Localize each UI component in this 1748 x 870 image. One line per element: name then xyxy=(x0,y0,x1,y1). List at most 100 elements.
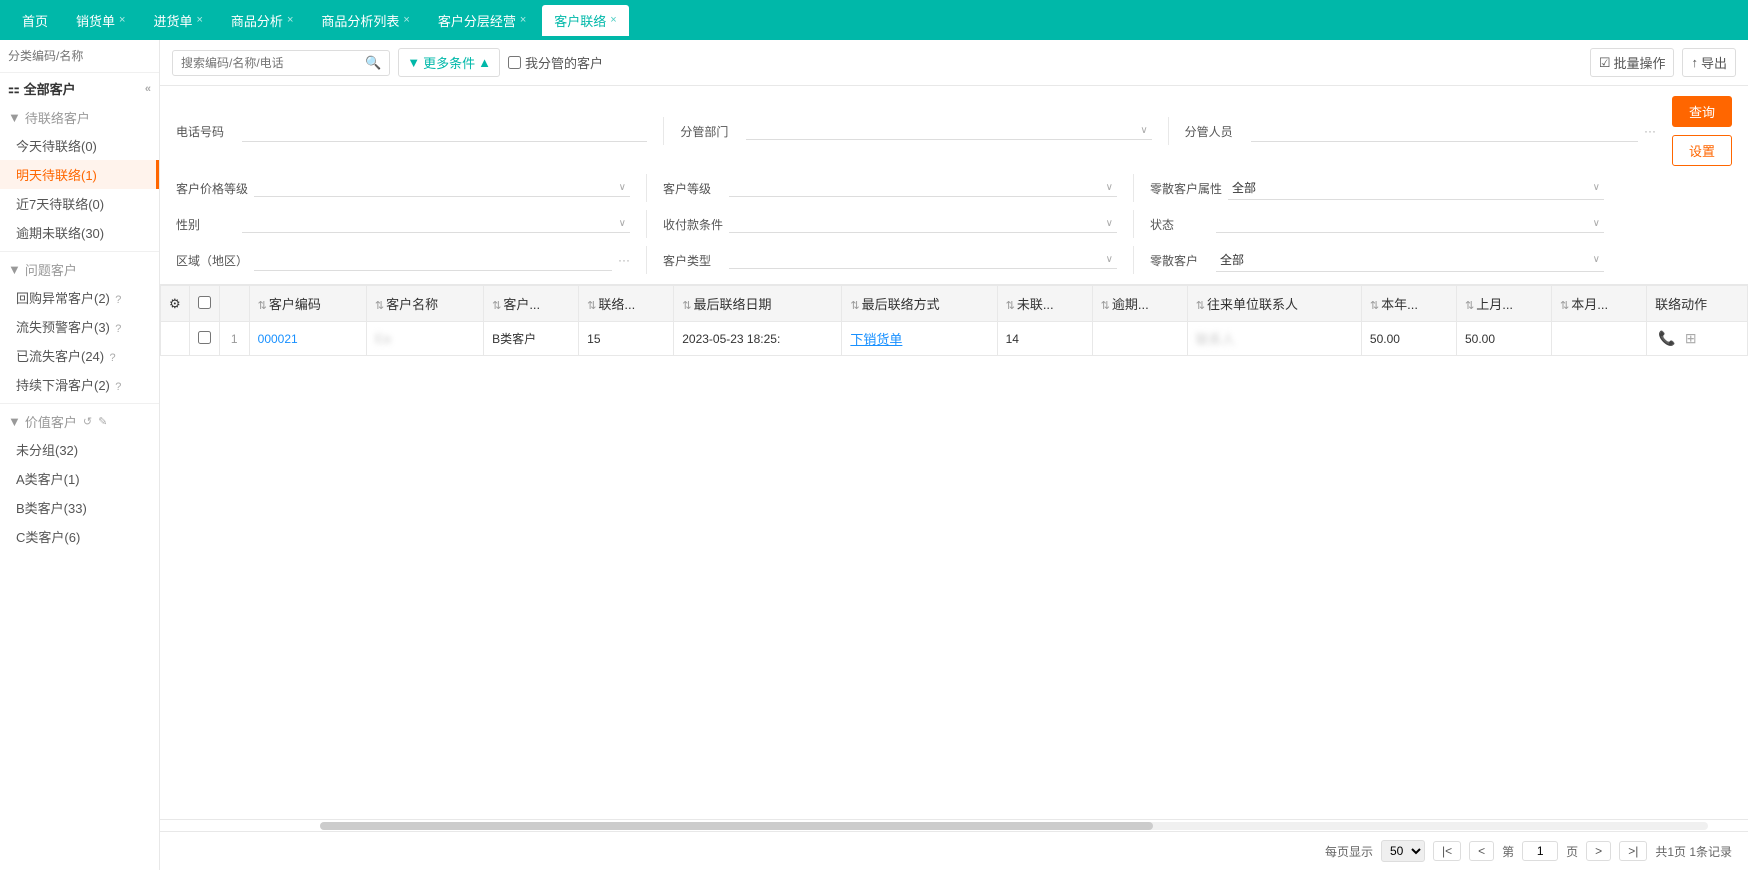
nav-tab-2[interactable]: 商品分析 × xyxy=(219,5,305,36)
nav-tab-3[interactable]: 商品分析列表 × xyxy=(309,5,421,36)
retail-attr-select[interactable]: 全部 ∨ xyxy=(1228,176,1604,200)
nav-tab-label-5: 客户联络 xyxy=(554,11,606,30)
dept-select[interactable]: ∨ xyxy=(746,122,1151,140)
nav-close-0[interactable]: × xyxy=(119,14,125,26)
sidebar-a-class[interactable]: A类客户(1) xyxy=(0,464,159,493)
sort-icon-year: ⇅ xyxy=(1370,300,1379,312)
row-code[interactable]: 000021 xyxy=(249,322,366,356)
sort-icon-contacts: ⇅ xyxy=(1196,300,1205,312)
batch-op-btn[interactable]: ☑ 批量操作 xyxy=(1590,48,1675,77)
sidebar-all-customers[interactable]: ⚏ 全部客户 « xyxy=(0,73,159,104)
th-type[interactable]: ⇅客户... xyxy=(484,286,579,322)
page-label: 第 xyxy=(1502,843,1514,860)
gender-field: 性别 ∨ xyxy=(176,215,630,233)
data-table-wrap: ⚙ ⇅客户编码 ⇅客户名称 ⇅客户... ⇅联络... ⇅最后联络日期 ⇅最后联… xyxy=(160,285,1748,819)
sort-icon-method: ⇅ xyxy=(850,300,859,312)
more-conditions-btn[interactable]: ▼ 更多条件 ▲ xyxy=(398,48,500,77)
first-page-btn[interactable]: |< xyxy=(1433,841,1461,861)
sidebar-near7-contact[interactable]: 近7天待联络(0) xyxy=(0,189,159,218)
nav-home[interactable]: 首页 xyxy=(10,5,60,36)
customer-type-select[interactable]: ∨ xyxy=(729,251,1117,269)
filter-divider-4 xyxy=(1133,174,1134,202)
filter-icon: ▼ xyxy=(407,55,420,70)
action-grid-icon[interactable]: ⊞ xyxy=(1685,330,1697,346)
nav-tab-4[interactable]: 客户分层经营 × xyxy=(426,5,538,36)
search-icon[interactable]: 🔍 xyxy=(365,55,381,71)
customer-level-select[interactable]: ∨ xyxy=(729,179,1117,197)
pagination: 每页显示 50 |< < 第 页 > >| 共1页 1条记录 xyxy=(160,831,1748,870)
gender-label: 性别 xyxy=(176,216,236,233)
nav-tab-1[interactable]: 进货单 × xyxy=(141,5,214,36)
filter-row-2: 客户价格等级 ∨ 客户等级 ∨ 零散客户属性 xyxy=(176,174,1732,202)
th-checkbox[interactable] xyxy=(189,286,219,322)
sidebar-ungrouped[interactable]: 未分组(32) xyxy=(0,435,159,464)
sidebar-continuous-decline[interactable]: 持续下滑客户(2) ? xyxy=(0,370,159,399)
nav-close-1[interactable]: × xyxy=(196,14,202,26)
th-contacts[interactable]: ⇅往来单位联系人 xyxy=(1187,286,1361,322)
sidebar-repurchase-abnormal[interactable]: 回购异常客户(2) ? xyxy=(0,283,159,312)
payment-select[interactable]: ∨ xyxy=(729,215,1117,233)
nav-tab-5[interactable]: 客户联络 × xyxy=(542,5,628,36)
prev-page-btn[interactable]: < xyxy=(1469,841,1494,861)
next-page-btn[interactable]: > xyxy=(1586,841,1611,861)
table-header-row: ⚙ ⇅客户编码 ⇅客户名称 ⇅客户... ⇅联络... ⇅最后联络日期 ⇅最后联… xyxy=(161,286,1748,322)
manager-more-icon[interactable]: ··· xyxy=(1644,124,1656,138)
h-scrollbar-thumb[interactable] xyxy=(320,822,1153,830)
price-level-field: 客户价格等级 ∨ xyxy=(176,179,630,197)
region-more-icon[interactable]: ··· xyxy=(618,253,630,267)
th-last-date[interactable]: ⇅最后联络日期 xyxy=(674,286,842,322)
th-contact-count[interactable]: ⇅联络... xyxy=(579,286,674,322)
action-phone-icon[interactable]: 📞 xyxy=(1658,330,1675,346)
th-gear[interactable]: ⚙ xyxy=(161,286,190,322)
th-this-month[interactable]: ⇅本月... xyxy=(1552,286,1647,322)
th-last-method[interactable]: ⇅最后联络方式 xyxy=(842,286,997,322)
sidebar-divider-1 xyxy=(0,251,159,252)
sidebar-b-class[interactable]: B类客户(33) xyxy=(0,493,159,522)
sidebar-overdue-contact[interactable]: 逾期未联络(30) xyxy=(0,218,159,247)
sidebar-search-input[interactable] xyxy=(8,49,160,63)
phone-input[interactable] xyxy=(242,121,647,142)
th-name[interactable]: ⇅客户名称 xyxy=(366,286,483,322)
gender-select[interactable]: ∨ xyxy=(242,215,630,233)
sidebar-tomorrow-contact[interactable]: 明天待联络(1) xyxy=(0,160,159,189)
nav-tab-label-2: 商品分析 xyxy=(231,11,283,30)
my-customers-check[interactable] xyxy=(508,56,521,69)
sidebar-lost-risk[interactable]: 流失预警客户(3) ? xyxy=(0,312,159,341)
nav-tab-0[interactable]: 销货单 × xyxy=(64,5,137,36)
row-select-checkbox[interactable] xyxy=(198,331,211,344)
price-level-select[interactable]: ∨ xyxy=(254,179,630,197)
filter-divider-6 xyxy=(1133,210,1134,238)
retail-customer-select[interactable]: 全部 ∨ xyxy=(1216,248,1604,272)
gear-icon: ⚙ xyxy=(169,296,181,311)
set-btn[interactable]: 设置 xyxy=(1672,135,1732,166)
region-input[interactable] xyxy=(254,250,612,271)
nav-close-3[interactable]: × xyxy=(403,14,409,26)
select-all-checkbox[interactable] xyxy=(198,296,211,309)
my-customers-checkbox[interactable]: 我分管的客户 xyxy=(508,53,603,72)
per-page-select[interactable]: 50 xyxy=(1381,840,1425,862)
sidebar-already-lost[interactable]: 已流失客户(24) ? xyxy=(0,341,159,370)
th-last-month[interactable]: ⇅上月... xyxy=(1456,286,1551,322)
region-label: 区域（地区） xyxy=(176,252,248,269)
row-checkbox[interactable] xyxy=(189,322,219,356)
page-num-input[interactable] xyxy=(1522,841,1558,861)
status-label: 状态 xyxy=(1150,216,1210,233)
query-btn[interactable]: 查询 xyxy=(1672,96,1732,127)
nav-close-4[interactable]: × xyxy=(520,14,526,26)
status-select[interactable]: ∨ xyxy=(1216,215,1604,233)
th-no-contact[interactable]: ⇅未联... xyxy=(997,286,1092,322)
advanced-filter: 电话号码 分管部门 ∨ 分管人员 ··· xyxy=(160,86,1748,285)
search-input[interactable] xyxy=(181,56,361,70)
row-last-method[interactable]: 下销货单 xyxy=(842,322,997,356)
export-btn[interactable]: ↑ 导出 xyxy=(1682,48,1736,77)
th-code[interactable]: ⇅客户编码 xyxy=(249,286,366,322)
th-this-year[interactable]: ⇅本年... xyxy=(1361,286,1456,322)
manager-input[interactable] xyxy=(1251,121,1638,142)
table-body: 1 000021 Ea B类客户 15 2023-05-23 18:25: 下销… xyxy=(161,322,1748,356)
sidebar-today-contact[interactable]: 今天待联络(0) xyxy=(0,131,159,160)
nav-close-2[interactable]: × xyxy=(287,14,293,26)
nav-close-5[interactable]: × xyxy=(610,14,616,26)
th-overdue[interactable]: ⇅逾期... xyxy=(1092,286,1187,322)
last-page-btn[interactable]: >| xyxy=(1619,841,1647,861)
sidebar-c-class[interactable]: C类客户(6) xyxy=(0,522,159,551)
